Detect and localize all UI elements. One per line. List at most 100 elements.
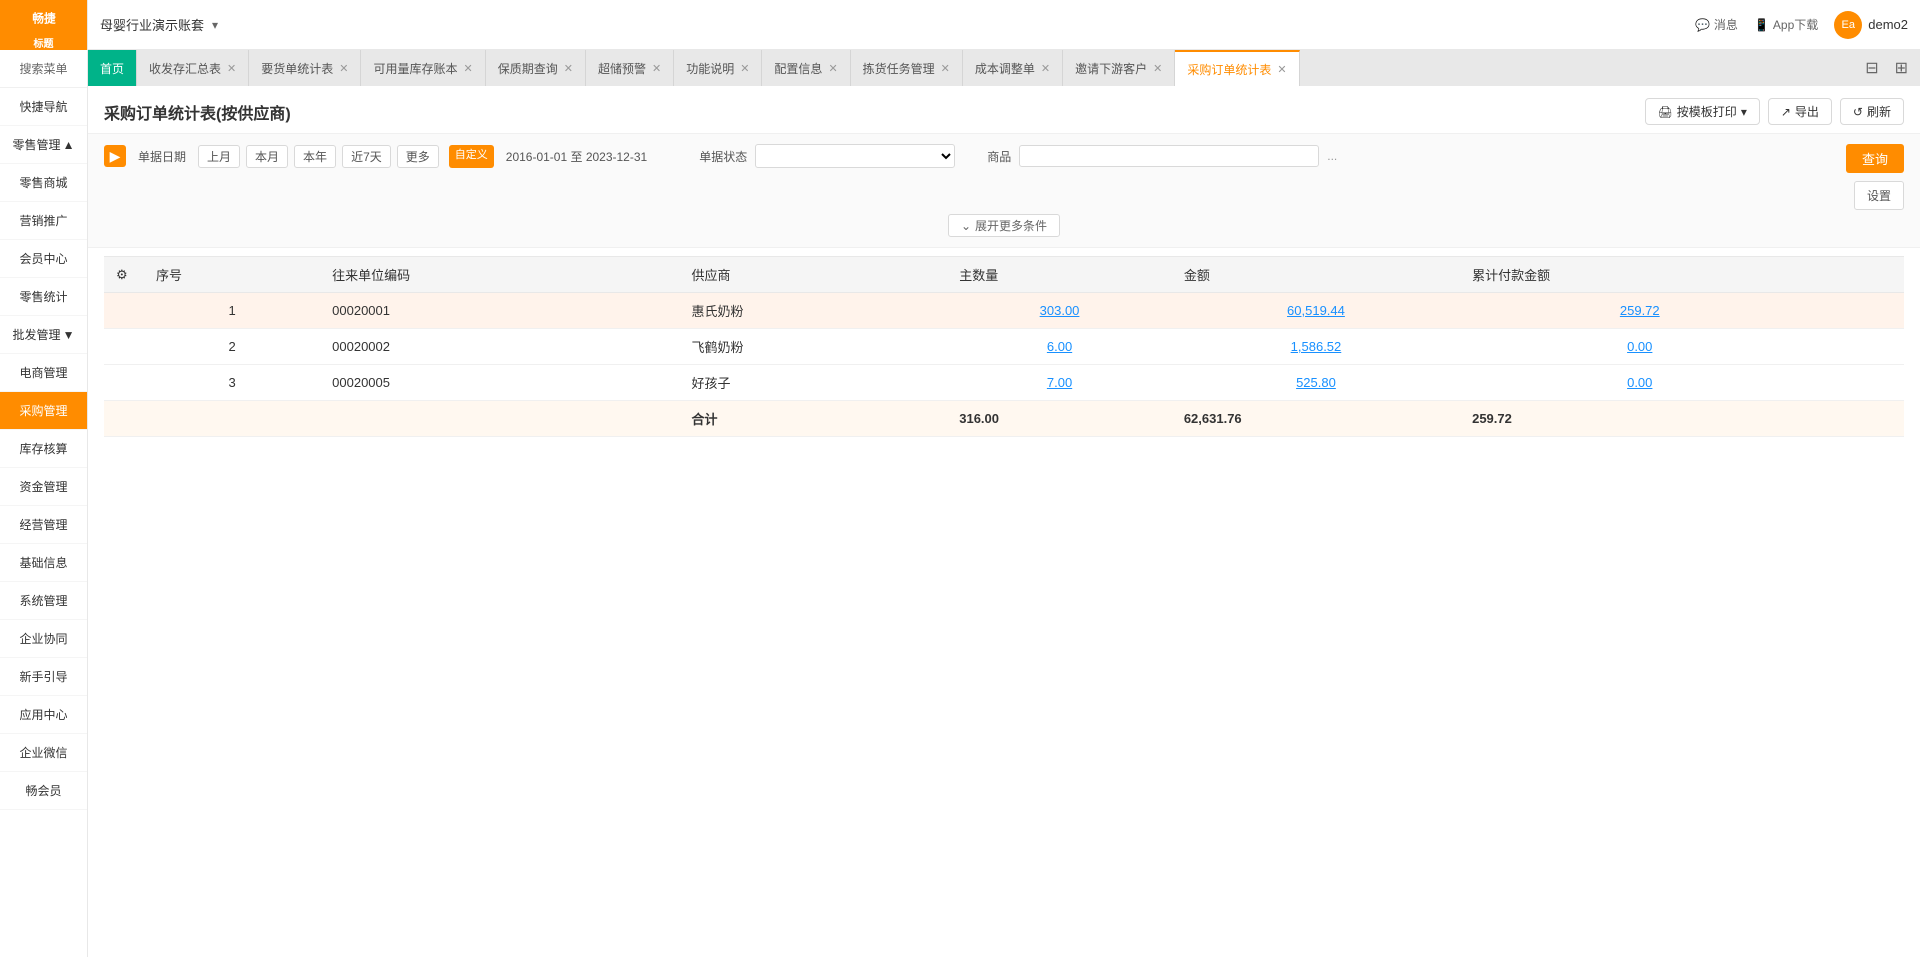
tab-peizhi[interactable]: 配置信息 ✕ [762, 50, 850, 86]
sidebar-search[interactable]: 搜索菜单 [0, 50, 87, 88]
tab-shoufahuizong[interactable]: 收发存汇总表 ✕ [137, 50, 249, 86]
sidebar-item-wholesale[interactable]: 批发管理 ▼ [0, 316, 87, 354]
tab-chaochuyujing-close[interactable]: ✕ [652, 62, 661, 75]
cell-supplier-2: 好孩子 [679, 365, 947, 401]
footer-label-cell: 合计 [679, 401, 947, 437]
sidebar-item-newguide-label: 新手引导 [19, 670, 67, 684]
tab-yaohuodantongji-close[interactable]: ✕ [339, 62, 348, 75]
filter-btn-this-month[interactable]: 本月 [246, 145, 288, 168]
tab-chaochuyujing[interactable]: 超储预警 ✕ [586, 50, 674, 86]
sidebar-item-quicknav[interactable]: 快捷导航 [0, 88, 87, 126]
sidebar-item-appcenter-label: 应用中心 [19, 708, 67, 722]
filter-status-select[interactable] [755, 144, 955, 168]
tab-nihuorenwu[interactable]: 拣货任务管理 ✕ [851, 50, 963, 86]
filter-goods-more-icon[interactable]: ... [1327, 149, 1337, 163]
cell-amount-1[interactable]: 1,586.52 [1172, 329, 1460, 365]
topbar-dropdown-icon[interactable]: ▾ [212, 18, 218, 32]
settings-button[interactable]: 设置 [1854, 181, 1904, 210]
footer-qty-cell: 316.00 [947, 401, 1172, 437]
sidebar-item-inventory[interactable]: 库存核算 [0, 430, 87, 468]
sidebar-item-finance[interactable]: 资金管理 [0, 468, 87, 506]
expand-filter-button[interactable]: ⌄ 展开更多条件 [948, 214, 1060, 237]
tab-chenben-close[interactable]: ✕ [1041, 62, 1050, 75]
tab-shoufahuizong-close[interactable]: ✕ [227, 62, 236, 75]
tab-nihuorenwu-label: 拣货任务管理 [863, 60, 935, 77]
cell-qty-0[interactable]: 303.00 [947, 293, 1172, 329]
filter-area: ▶ 单据日期 上月 本月 本年 近7天 更多 自定义 2016-01-01 至 … [88, 134, 1920, 248]
tab-yaohuodantongji[interactable]: 要货单统计表 ✕ [249, 50, 361, 86]
column-settings-icon[interactable]: ⚙ [116, 267, 128, 282]
th-supplier: 供应商 [679, 257, 947, 293]
tab-nihuorenwu-close[interactable]: ✕ [941, 62, 950, 75]
sidebar-item-purchase[interactable]: 采购管理 [0, 392, 87, 430]
cell-qty-1[interactable]: 6.00 [947, 329, 1172, 365]
sidebar-item-member[interactable]: 会员中心 [0, 240, 87, 278]
tab-chaochuyujing-label: 超储预警 [598, 60, 646, 77]
sidebar-item-system[interactable]: 系统管理 [0, 582, 87, 620]
chevron-up-icon: ▲ [63, 138, 75, 152]
tab-yaoqing-close[interactable]: ✕ [1153, 62, 1162, 75]
sidebar-item-retail[interactable]: 零售管理 ▲ [0, 126, 87, 164]
tab-chenben[interactable]: 成本调整单 ✕ [963, 50, 1063, 86]
sidebar-item-marketing[interactable]: 营销推广 [0, 202, 87, 240]
filter-toggle-button[interactable]: ▶ [104, 145, 126, 167]
cell-amount-2[interactable]: 525.80 [1172, 365, 1460, 401]
sidebar-item-vip[interactable]: 畅会员 [0, 772, 87, 810]
tab-gongnengshuo[interactable]: 功能说明 ✕ [674, 50, 762, 86]
cell-spacer-2 [1819, 365, 1904, 401]
sidebar-item-operations[interactable]: 经营管理 [0, 506, 87, 544]
app-download-button[interactable]: 📱 App下载 [1754, 16, 1818, 33]
sidebar-item-basic[interactable]: 基础信息 [0, 544, 87, 582]
th-settings[interactable]: ⚙ [104, 257, 144, 293]
user-profile[interactable]: Ea demo2 [1834, 11, 1908, 39]
sidebar-item-retailstat[interactable]: 零售统计 [0, 278, 87, 316]
tab-baojianxun[interactable]: 保质期查询 ✕ [486, 50, 586, 86]
refresh-button[interactable]: ↺ 刷新 [1840, 98, 1904, 125]
tab-yaoqing-label: 邀请下游客户 [1075, 60, 1147, 77]
export-label: 导出 [1795, 103, 1819, 120]
tab-caigoutongji[interactable]: 采购订单统计表 ✕ [1175, 50, 1299, 86]
expand-label: 展开更多条件 [975, 217, 1047, 234]
sidebar-item-wechat-label: 企业微信 [19, 746, 67, 760]
filter-btn-last-month[interactable]: 上月 [198, 145, 240, 168]
cell-code-1: 00020002 [320, 329, 679, 365]
export-button[interactable]: ↗ 导出 [1768, 98, 1832, 125]
cell-paid-0[interactable]: 259.72 [1460, 293, 1819, 329]
cell-num-0: 1 [144, 293, 320, 329]
filter-goods-input[interactable] [1019, 145, 1319, 167]
cell-paid-1[interactable]: 0.00 [1460, 329, 1819, 365]
tab-maximize-button[interactable]: ⊞ [1891, 54, 1912, 82]
tab-keyongliang-close[interactable]: ✕ [464, 62, 473, 75]
cell-paid-2[interactable]: 0.00 [1460, 365, 1819, 401]
tab-yaoqing[interactable]: 邀请下游客户 ✕ [1063, 50, 1175, 86]
filter-btn-7days[interactable]: 近7天 [342, 145, 391, 168]
message-icon: 💬 [1695, 18, 1710, 32]
tab-peizhi-close[interactable]: ✕ [828, 62, 837, 75]
sidebar-item-newguide[interactable]: 新手引导 [0, 658, 87, 696]
filter-goods-label: 商品 [987, 148, 1011, 165]
sidebar-item-enterprise[interactable]: 企业协同 [0, 620, 87, 658]
tab-home[interactable]: 首页 [88, 50, 137, 86]
sidebar-item-ecommerce[interactable]: 电商管理 [0, 354, 87, 392]
query-button[interactable]: 查询 [1846, 144, 1904, 173]
tab-minimize-button[interactable]: ⊟ [1861, 54, 1882, 82]
filter-btn-more[interactable]: 更多 [397, 145, 439, 168]
filter-status-label: 单据状态 [699, 148, 747, 165]
sidebar-item-retailshop[interactable]: 零售商城 [0, 164, 87, 202]
tab-gongnengshuo-close[interactable]: ✕ [740, 62, 749, 75]
tab-caigoutongji-close[interactable]: ✕ [1277, 63, 1286, 76]
filter-btn-this-year[interactable]: 本年 [294, 145, 336, 168]
tab-yaohuodantongji-label: 要货单统计表 [261, 60, 333, 77]
sidebar-item-wechat[interactable]: 企业微信 [0, 734, 87, 772]
tab-keyongliang-label: 可用量库存账本 [373, 60, 457, 77]
print-button[interactable]: 🖨 按模板打印 ▾ [1645, 98, 1760, 125]
sidebar-item-appcenter[interactable]: 应用中心 [0, 696, 87, 734]
cell-qty-2[interactable]: 7.00 [947, 365, 1172, 401]
print-dropdown-icon: ▾ [1741, 105, 1747, 119]
sidebar-item-operations-label: 经营管理 [19, 518, 67, 532]
tab-keyongliang[interactable]: 可用量库存账本 ✕ [361, 50, 485, 86]
footer-spacer-cell [1819, 401, 1904, 437]
message-button[interactable]: 💬 消息 [1695, 16, 1738, 33]
cell-amount-0[interactable]: 60,519.44 [1172, 293, 1460, 329]
tab-baojianxun-close[interactable]: ✕ [564, 62, 573, 75]
